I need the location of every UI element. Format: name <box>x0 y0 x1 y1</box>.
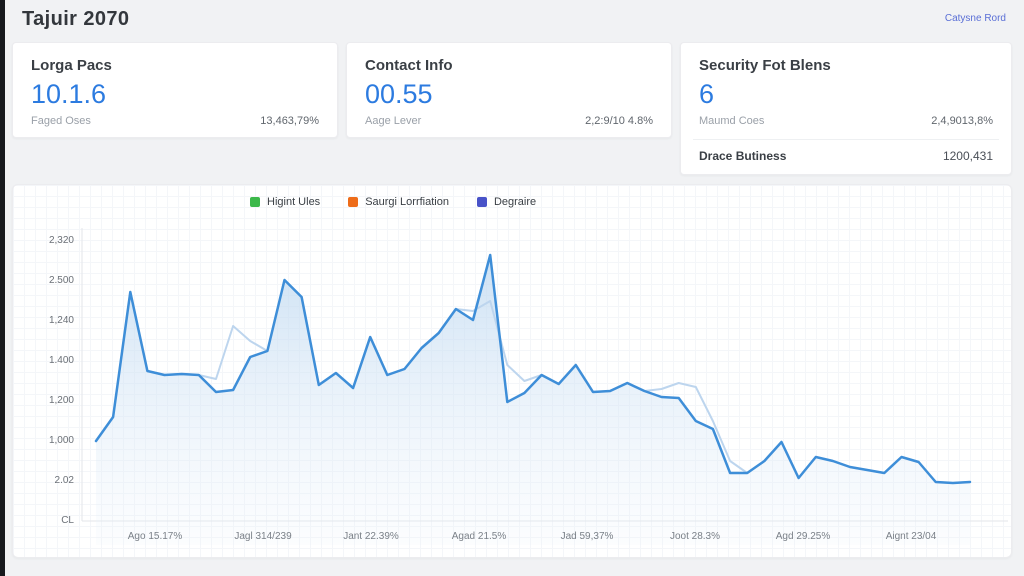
card-sub-label: Faged Oses <box>31 115 91 127</box>
stat-card-contact-info: Contact Info 00.55 Aage Lever 2,2:9/10 4… <box>346 42 672 138</box>
y-tick-label: 1,200 <box>48 395 74 406</box>
card-sub-value: 2,4,9013,8% <box>931 115 993 127</box>
legend-label: Degraire <box>493 196 537 208</box>
x-tick-label: Jagl 314/239 <box>234 531 292 542</box>
header: Tajuir 2070 Catysne Rord <box>0 0 1024 40</box>
x-tick-label: Jad 59,37% <box>560 531 614 542</box>
legend-label: Saurgi Lorrfiation <box>365 196 449 208</box>
x-tick-label: Ago 15.17% <box>127 531 183 542</box>
card-title: Contact Info <box>365 57 453 74</box>
y-tick-label: 1.400 <box>48 355 74 366</box>
card-title: Lorga Pacs <box>31 57 112 74</box>
legend-label: Higint Ules <box>267 196 321 208</box>
legend-swatch-icon <box>250 197 260 207</box>
legend-swatch-icon <box>348 197 359 207</box>
card-sub-value: 2,2:9/10 4.8% <box>585 115 653 127</box>
x-tick-label: Joot 28.3% <box>669 531 721 542</box>
chart-legend: Higint Ules Saurgi Lorrfiation Degraire <box>250 196 536 208</box>
card-sub-label: Aage Lever <box>365 115 422 127</box>
y-tick-label: 2.500 <box>48 275 74 286</box>
x-tick-label: Aignt 23/04 <box>885 531 937 542</box>
stat-card-lorga-pacs: Lorga Pacs 10.1.6 Faged Oses 13,463,79% <box>12 42 338 138</box>
card-sub-label: Maumd Coes <box>699 115 765 127</box>
y-tick-label: 1,240 <box>48 315 74 326</box>
y-tick-label: 1,000 <box>48 435 74 446</box>
x-tick-label: Agad 21.5% <box>451 531 507 542</box>
y-tick-label: CL <box>61 515 74 526</box>
x-tick-label: Agd 29.25% <box>775 531 831 542</box>
header-link[interactable]: Catysne Rord <box>945 13 1006 24</box>
stat-card-security: Security Fot Blens 6 Maumd Coes 2,4,9013… <box>680 42 1012 175</box>
legend-item-0[interactable]: Higint Ules <box>250 196 320 208</box>
legend-item-2[interactable]: Degraire <box>476 196 537 208</box>
chart-card <box>12 184 1012 558</box>
card-sub-value: 13,463,79% <box>260 115 319 127</box>
card-value: 00.55 <box>365 79 433 109</box>
card-extra-label: Drace Butiness <box>699 149 787 163</box>
legend-item-1[interactable]: Saurgi Lorrfiation <box>348 196 449 208</box>
screen-edge-strip <box>0 0 5 576</box>
y-tick-label: 2.02 <box>54 475 74 486</box>
x-tick-label: Jant 22.39% <box>343 531 399 542</box>
card-value: 6 <box>699 79 715 109</box>
card-title: Security Fot Blens <box>699 57 831 74</box>
legend-swatch-icon <box>476 197 487 207</box>
y-tick-label: 2,320 <box>48 235 74 246</box>
card-divider <box>693 139 999 140</box>
page-title: Tajuir 2070 <box>22 8 130 30</box>
card-extra-value: 1200,431 <box>942 149 993 163</box>
card-value: 10.1.6 <box>31 79 107 109</box>
